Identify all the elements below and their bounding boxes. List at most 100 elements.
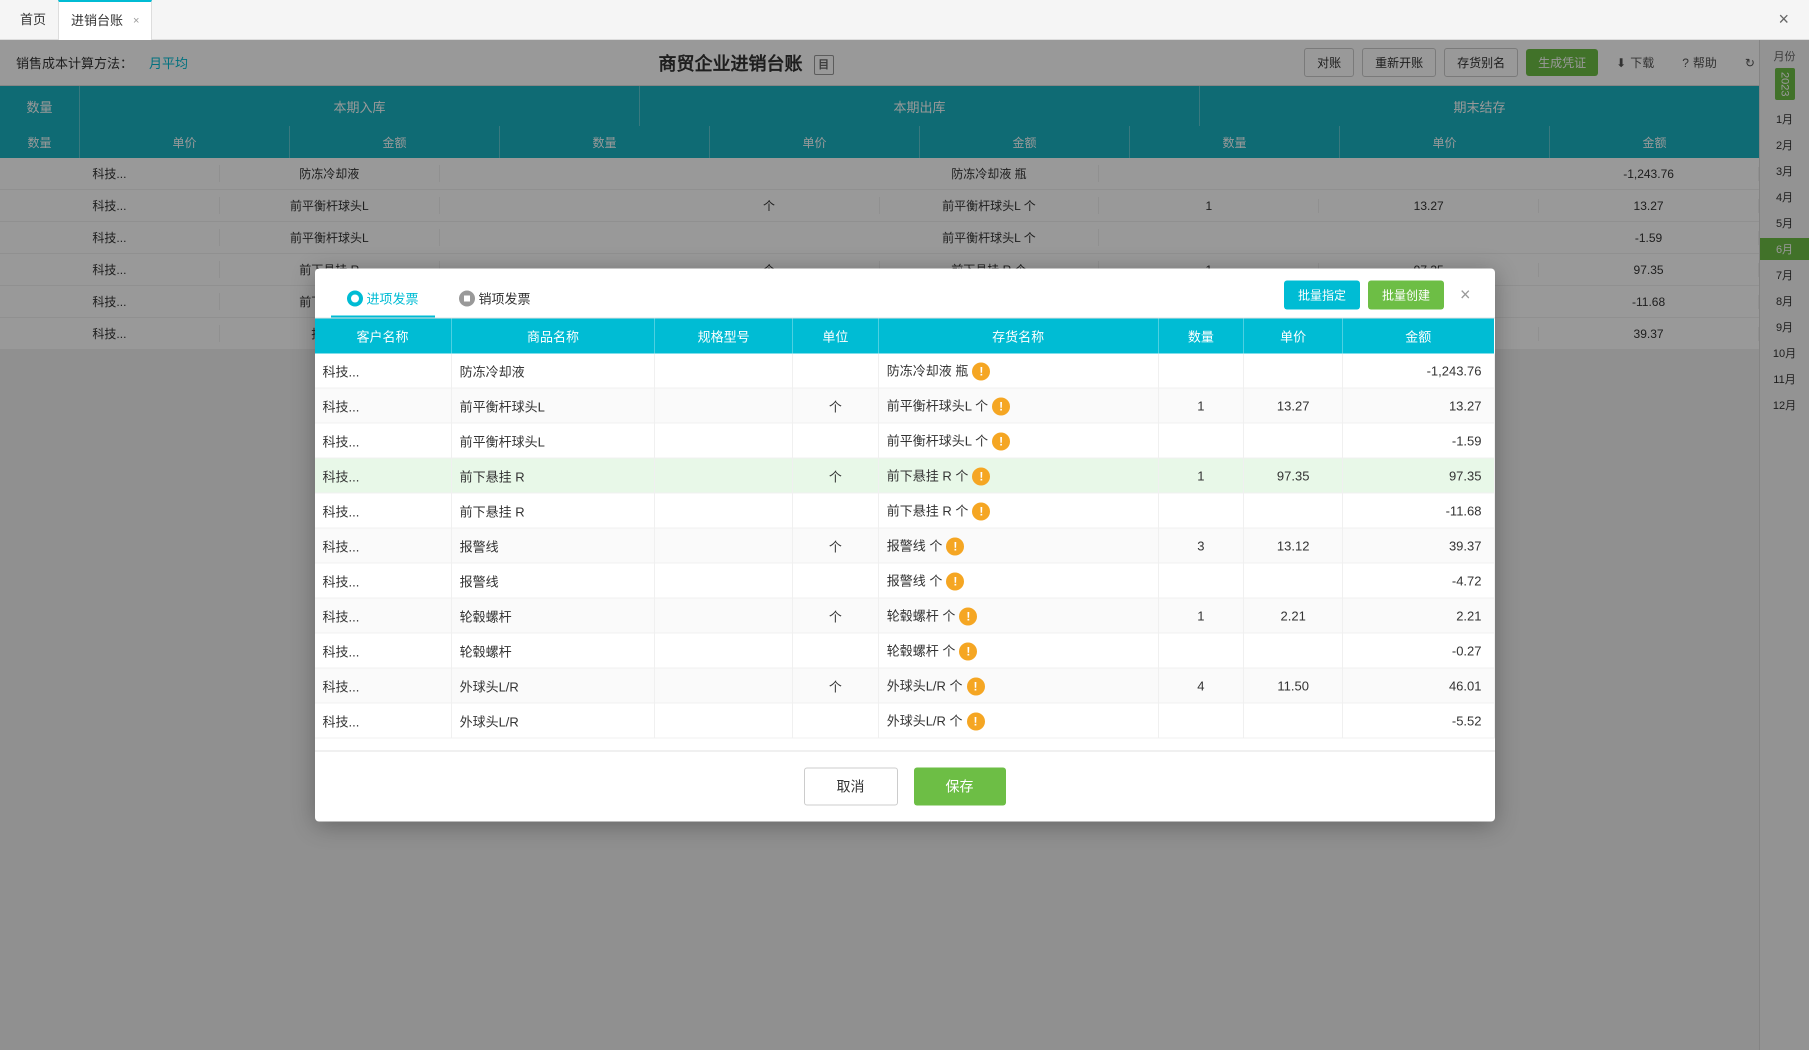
table-cell — [1158, 354, 1244, 389]
table-cell: 13.27 — [1244, 388, 1343, 423]
table-cell: 轮毂螺杆 个! — [878, 633, 1158, 668]
dialog-tab-invoice-in-label: 进项发票 — [367, 289, 419, 308]
table-cell — [655, 668, 793, 703]
table-cell: 13.12 — [1244, 528, 1343, 563]
th-inventory: 存货名称 — [878, 319, 1158, 354]
top-bar: 首页 进销台账 × × — [0, 0, 1809, 40]
tab-home[interactable]: 首页 — [8, 0, 58, 40]
save-button[interactable]: 保存 — [914, 768, 1006, 806]
window-close-button[interactable]: × — [1766, 9, 1801, 30]
dialog-tab-invoice-out[interactable]: 销项发票 — [443, 281, 547, 318]
table-cell: 科技... — [315, 563, 452, 598]
table-row: 科技...外球头L/R外球头L/R 个!-5.52 — [315, 703, 1495, 738]
table-row: 科技...外球头L/R个外球头L/R 个!411.5046.01 — [315, 668, 1495, 703]
table-cell — [655, 528, 793, 563]
table-cell — [792, 703, 878, 738]
warning-icon: ! — [959, 608, 977, 626]
table-cell: -0.27 — [1343, 633, 1494, 668]
table-cell: 前下悬挂 R 个! — [878, 493, 1158, 528]
table-cell: 11.50 — [1244, 668, 1343, 703]
table-cell: 1 — [1158, 598, 1244, 633]
table-row: 科技...前平衡杆球头L前平衡杆球头L 个!-1.59 — [315, 423, 1495, 458]
table-cell: 科技... — [315, 458, 452, 493]
table-cell: 1 — [1158, 388, 1244, 423]
table-cell: 报警线 个! — [878, 528, 1158, 563]
table-cell: 前平衡杆球头L — [451, 388, 655, 423]
table-cell: 1 — [1158, 458, 1244, 493]
table-cell: 39.37 — [1343, 528, 1494, 563]
th-unit: 单位 — [792, 319, 878, 354]
dialog-table-head: 客户名称 商品名称 规格型号 单位 存货名称 数量 单价 金额 — [315, 319, 1495, 354]
warning-icon: ! — [992, 433, 1010, 451]
table-cell — [655, 493, 793, 528]
batch-assign-button[interactable]: 批量指定 — [1284, 281, 1360, 310]
table-row: 科技...报警线报警线 个!-4.72 — [315, 563, 1495, 598]
tab-close-icon[interactable]: × — [133, 1, 139, 41]
table-row: 科技...防冻冷却液防冻冷却液 瓶!-1,243.76 — [315, 354, 1495, 389]
table-row: 科技...轮毂螺杆轮毂螺杆 个!-0.27 — [315, 633, 1495, 668]
table-cell: 前下悬挂 R — [451, 458, 655, 493]
table-cell — [1244, 703, 1343, 738]
table-cell: 外球头L/R 个! — [878, 668, 1158, 703]
table-cell: 科技... — [315, 493, 452, 528]
th-spec: 规格型号 — [655, 319, 793, 354]
invoice-out-tab-icon — [459, 290, 475, 306]
table-cell: 个 — [792, 668, 878, 703]
table-cell — [792, 563, 878, 598]
table-cell: 科技... — [315, 703, 452, 738]
th-product: 商品名称 — [451, 319, 655, 354]
table-cell — [1158, 563, 1244, 598]
table-cell — [792, 423, 878, 458]
table-cell: 防冻冷却液 瓶! — [878, 354, 1158, 389]
table-cell: 个 — [792, 528, 878, 563]
table-cell — [655, 354, 793, 389]
table-row: 科技...轮毂螺杆个轮毂螺杆 个!12.212.21 — [315, 598, 1495, 633]
tab-active-label: 进销台账 — [71, 1, 123, 41]
table-cell — [1158, 423, 1244, 458]
table-cell: -4.72 — [1343, 563, 1494, 598]
table-cell: 外球头L/R — [451, 668, 655, 703]
table-cell — [655, 388, 793, 423]
table-cell: 科技... — [315, 423, 452, 458]
table-cell: 2.21 — [1244, 598, 1343, 633]
table-cell — [792, 354, 878, 389]
table-cell: -1.59 — [1343, 423, 1494, 458]
invoice-in-tab-icon — [347, 290, 363, 306]
table-cell — [792, 493, 878, 528]
table-row: 科技...报警线 个报警线 个!313.1239.37 — [315, 528, 1495, 563]
warning-icon: ! — [959, 643, 977, 661]
batch-create-button[interactable]: 批量创建 — [1368, 281, 1444, 310]
cancel-button[interactable]: 取消 — [804, 768, 898, 806]
table-cell: 2.21 — [1343, 598, 1494, 633]
table-cell: 3 — [1158, 528, 1244, 563]
warning-icon: ! — [972, 363, 990, 381]
table-cell: 报警线 — [451, 528, 655, 563]
tab-active[interactable]: 进销台账 × — [58, 0, 152, 40]
table-cell: 4 — [1158, 668, 1244, 703]
table-cell — [1244, 493, 1343, 528]
table-cell: -11.68 — [1343, 493, 1494, 528]
table-cell — [1158, 703, 1244, 738]
table-cell: 前下悬挂 R 个! — [878, 458, 1158, 493]
th-amount: 金额 — [1343, 319, 1494, 354]
dialog-table-container: 客户名称 商品名称 规格型号 单位 存货名称 数量 单价 金额 科技...防冻冷… — [315, 319, 1495, 739]
warning-icon: ! — [972, 503, 990, 521]
table-cell: 外球头L/R 个! — [878, 703, 1158, 738]
table-cell: 科技... — [315, 668, 452, 703]
dialog-table-body: 科技...防冻冷却液防冻冷却液 瓶!-1,243.76科技...前平衡杆球头L个… — [315, 354, 1495, 739]
table-cell — [1244, 423, 1343, 458]
dialog-close-button[interactable]: × — [1452, 285, 1479, 306]
dialog-scroll-area[interactable] — [331, 739, 1479, 747]
table-cell: 报警线 个! — [878, 563, 1158, 598]
table-cell: 科技... — [315, 528, 452, 563]
table-cell — [655, 703, 793, 738]
dialog-header-btns: 批量指定 批量创建 — [1284, 281, 1444, 310]
table-cell — [655, 423, 793, 458]
th-quantity: 数量 — [1158, 319, 1244, 354]
table-cell: 个 — [792, 388, 878, 423]
dialog-tab-invoice-in[interactable]: 进项发票 — [331, 281, 435, 318]
table-cell — [792, 633, 878, 668]
table-cell: -5.52 — [1343, 703, 1494, 738]
dialog-table: 客户名称 商品名称 规格型号 单位 存货名称 数量 单价 金额 科技...防冻冷… — [315, 319, 1495, 739]
table-cell — [655, 458, 793, 493]
